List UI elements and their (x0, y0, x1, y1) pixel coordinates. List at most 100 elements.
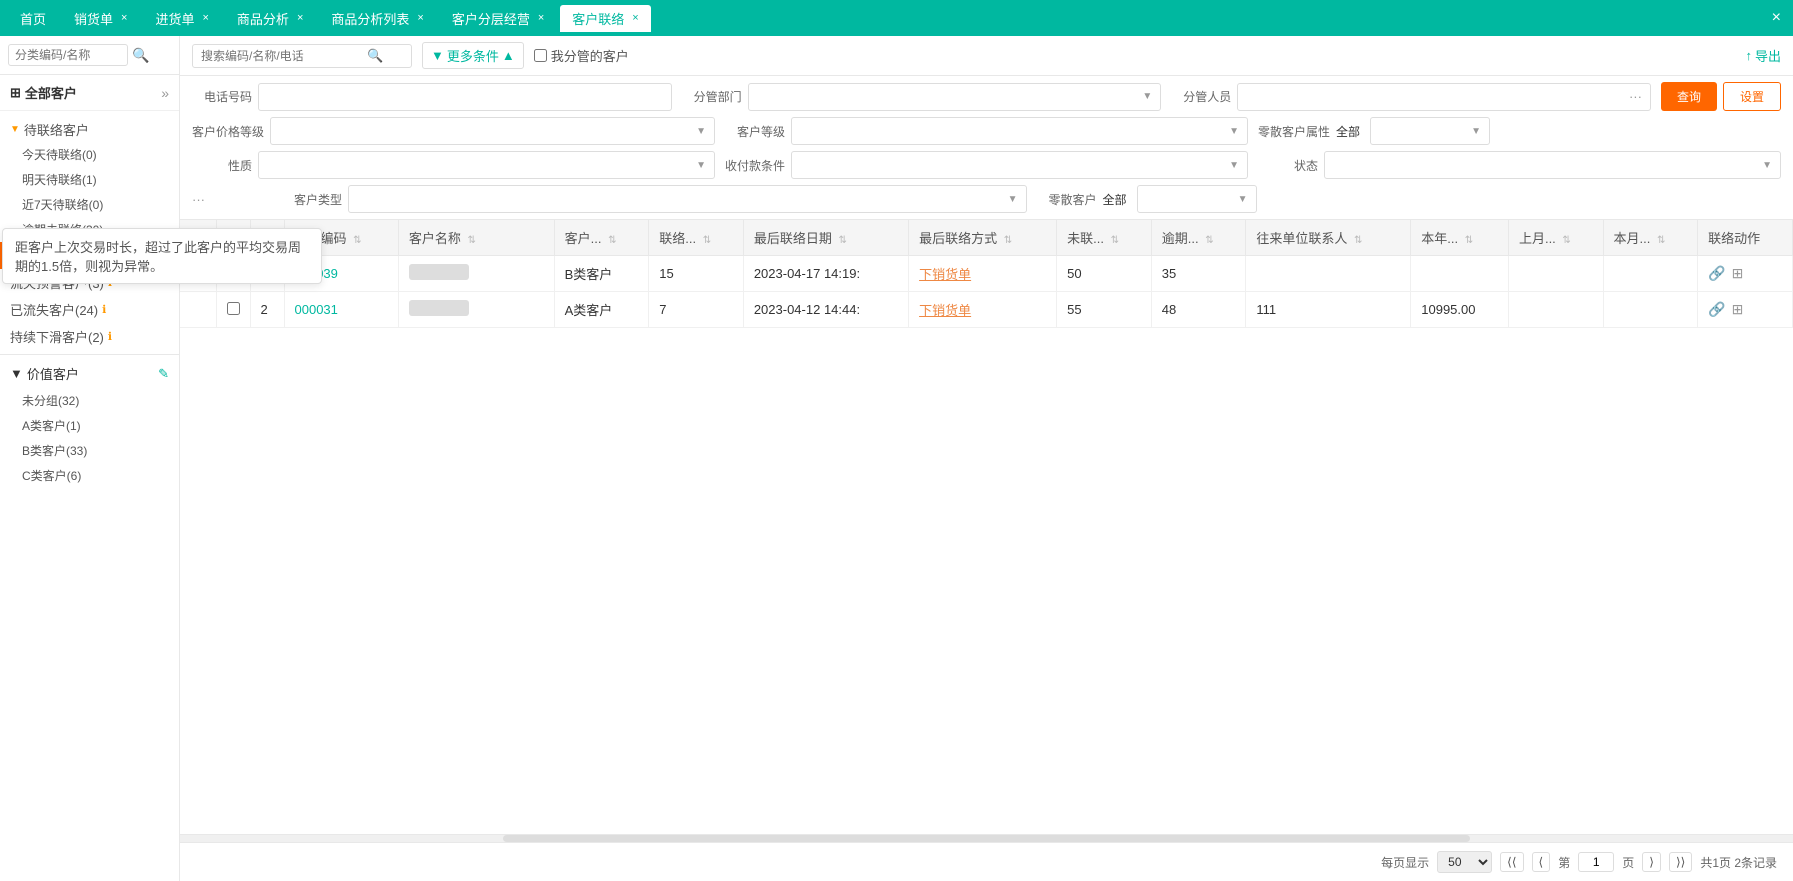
my-customers-checkbox-area[interactable]: 我分管的客户 (534, 46, 629, 65)
page-label: 第 (1558, 854, 1570, 871)
payment-select[interactable]: ▼ (791, 151, 1248, 179)
tab-customer-segment[interactable]: 客户分层经营 × (440, 5, 556, 32)
tab-customer-segment-close[interactable]: × (538, 12, 544, 24)
row-last-method[interactable]: 下销货单 (909, 292, 1057, 328)
tab-sales-label: 销货单 (74, 9, 113, 28)
tab-customer-contact-close[interactable]: × (632, 12, 638, 24)
col-last-method[interactable]: 最后联络方式 ⇅ (909, 220, 1057, 256)
action-grid-icon[interactable]: ⊞ (1732, 265, 1744, 282)
row-uncontacted: 50 (1057, 256, 1152, 292)
row-last-method[interactable]: 下销货单 (909, 256, 1057, 292)
sidebar-item-today[interactable]: 今天待联络(0) (0, 142, 179, 167)
sidebar-item-7days[interactable]: 近7天待联络(0) (0, 192, 179, 217)
unit-sort-icon: ⇅ (1354, 235, 1362, 246)
retail-customer-value: 全部 (1103, 191, 1127, 208)
col-this-year[interactable]: 本年... ⇅ (1411, 220, 1509, 256)
action-grid-icon[interactable]: ⊞ (1732, 301, 1744, 318)
row-checkbox-cell[interactable] (216, 292, 250, 328)
col-this-month[interactable]: 本月... ⇅ (1603, 220, 1698, 256)
col-last-month[interactable]: 上月... ⇅ (1508, 220, 1603, 256)
tab-sales[interactable]: 销货单 × (62, 5, 139, 32)
nature-label: 性质 (192, 157, 252, 174)
dept-select[interactable]: ▼ (748, 83, 1162, 111)
per-page-select[interactable]: 50 20 100 (1437, 851, 1492, 873)
retail-attr-select[interactable]: ▼ (1370, 117, 1490, 145)
sidebar-item-class-a[interactable]: A类客户(1) (0, 413, 179, 438)
retail-customer-select[interactable]: ▼ (1137, 185, 1257, 213)
last-page-button[interactable]: ⟩⟩ (1669, 852, 1692, 872)
col-category[interactable]: 客户... ⇅ (554, 220, 649, 256)
tab-purchase-close[interactable]: × (202, 12, 208, 24)
row-checkbox[interactable] (227, 302, 240, 315)
phone-label: 电话号码 (192, 88, 252, 105)
my-customers-checkbox[interactable] (534, 49, 547, 62)
row-action-buttons: 🔗 ⊞ (1708, 265, 1782, 282)
row-name (398, 292, 554, 328)
tab-analysis-list-close[interactable]: × (417, 12, 423, 24)
filter-nature: 性质 ▼ (192, 151, 715, 179)
tab-analysis-close[interactable]: × (297, 12, 303, 24)
row-code[interactable]: 000031 (284, 292, 398, 328)
sidebar-item-ungroup[interactable]: 未分组(32) (0, 388, 179, 413)
col-name[interactable]: 客户名称 ⇅ (398, 220, 554, 256)
value-group-edit-icon[interactable]: ✎ (158, 366, 169, 382)
action-link-icon[interactable]: 🔗 (1708, 265, 1725, 282)
export-icon: ↑ (1745, 48, 1752, 63)
search-input[interactable] (201, 49, 361, 63)
query-button[interactable]: 查询 (1661, 82, 1717, 111)
customer-level-select[interactable]: ▼ (791, 117, 1248, 145)
filter-payment: 收付款条件 ▼ (725, 151, 1248, 179)
sidebar-item-declining[interactable]: 持续下滑客户(2) ℹ (0, 323, 179, 350)
close-all-button[interactable]: × (1772, 9, 1781, 27)
last-method-link[interactable]: 下销货单 (919, 303, 971, 318)
horizontal-scrollbar[interactable] (180, 834, 1793, 842)
prev-page-button[interactable]: ⟨ (1532, 852, 1551, 872)
category-sort-icon: ⇅ (608, 235, 616, 246)
table-wrapper[interactable]: ⚙ 序 客户编码 ⇅ 客户名称 ⇅ 客户... ⇅ 联络... ⇅ 最后联络日期… (180, 220, 1793, 834)
row-overdue: 35 (1151, 256, 1246, 292)
filter-customer-type: 客户类型 ▼ (282, 185, 1027, 213)
export-button[interactable]: ↑ 导出 (1745, 46, 1781, 65)
first-page-button[interactable]: ⟨⟨ (1500, 852, 1523, 872)
row-no: 2 (250, 292, 284, 328)
customer-type-select[interactable]: ▼ (348, 185, 1027, 213)
sidebar-collapse-button[interactable]: » (161, 85, 169, 101)
setting-button[interactable]: 设置 (1723, 82, 1781, 111)
sidebar-search-icon[interactable]: 🔍 (132, 47, 149, 64)
more-dots-button[interactable]: ··· (192, 192, 205, 207)
search-icon[interactable]: 🔍 (367, 48, 383, 64)
col-overdue[interactable]: 逾期... ⇅ (1151, 220, 1246, 256)
status-arrow: ▼ (1762, 160, 1772, 171)
nature-select[interactable]: ▼ (258, 151, 715, 179)
tab-analysis-list[interactable]: 商品分析列表 × (319, 5, 435, 32)
tab-analysis[interactable]: 商品分析 × (225, 5, 315, 32)
sidebar-item-class-b[interactable]: B类客户(33) (0, 438, 179, 463)
col-uncontacted[interactable]: 未联... ⇅ (1057, 220, 1152, 256)
col-unit-contacts[interactable]: 往来单位联系人 ⇅ (1246, 220, 1411, 256)
col-contact[interactable]: 联络... ⇅ (649, 220, 744, 256)
last-method-link[interactable]: 下销货单 (919, 267, 971, 282)
more-conditions-button[interactable]: ▼ 更多条件 ▲ (422, 42, 524, 69)
sidebar: 🔍 ⊞ 全部客户 » ▼ 待联络客户 今天待联络(0) 明天待联络(1) 近7天… (0, 36, 180, 881)
sidebar-item-churned[interactable]: 已流失客户(24) ℹ (0, 296, 179, 323)
action-link-icon[interactable]: 🔗 (1708, 301, 1725, 318)
content-area: 🔍 ▼ 更多条件 ▲ 我分管的客户 ↑ 导出 电话号码 (180, 36, 1793, 881)
col-last-date[interactable]: 最后联络日期 ⇅ (743, 220, 908, 256)
sidebar-search-input[interactable] (8, 44, 128, 66)
tab-home[interactable]: 首页 (8, 5, 58, 32)
manager-select[interactable]: ··· (1237, 83, 1651, 111)
tab-sales-close[interactable]: × (121, 12, 127, 24)
sidebar-group-waiting[interactable]: ▼ 待联络客户 (0, 115, 179, 142)
sidebar-item-tomorrow[interactable]: 明天待联络(1) (0, 167, 179, 192)
tab-purchase[interactable]: 进货单 × (143, 5, 220, 32)
row-this-year: 10995.00 (1411, 292, 1509, 328)
next-page-button[interactable]: ⟩ (1642, 852, 1661, 872)
tab-customer-contact[interactable]: 客户联络 × (560, 5, 650, 32)
price-level-select[interactable]: ▼ (270, 117, 715, 145)
phone-input[interactable] (258, 83, 672, 111)
sidebar-group-value[interactable]: ▼ 价值客户 ✎ (0, 359, 179, 388)
sidebar-item-class-c[interactable]: C类客户(6) (0, 463, 179, 488)
status-select[interactable]: ▼ (1324, 151, 1781, 179)
page-suffix: 页 (1622, 854, 1634, 871)
page-number-input[interactable] (1578, 852, 1614, 872)
